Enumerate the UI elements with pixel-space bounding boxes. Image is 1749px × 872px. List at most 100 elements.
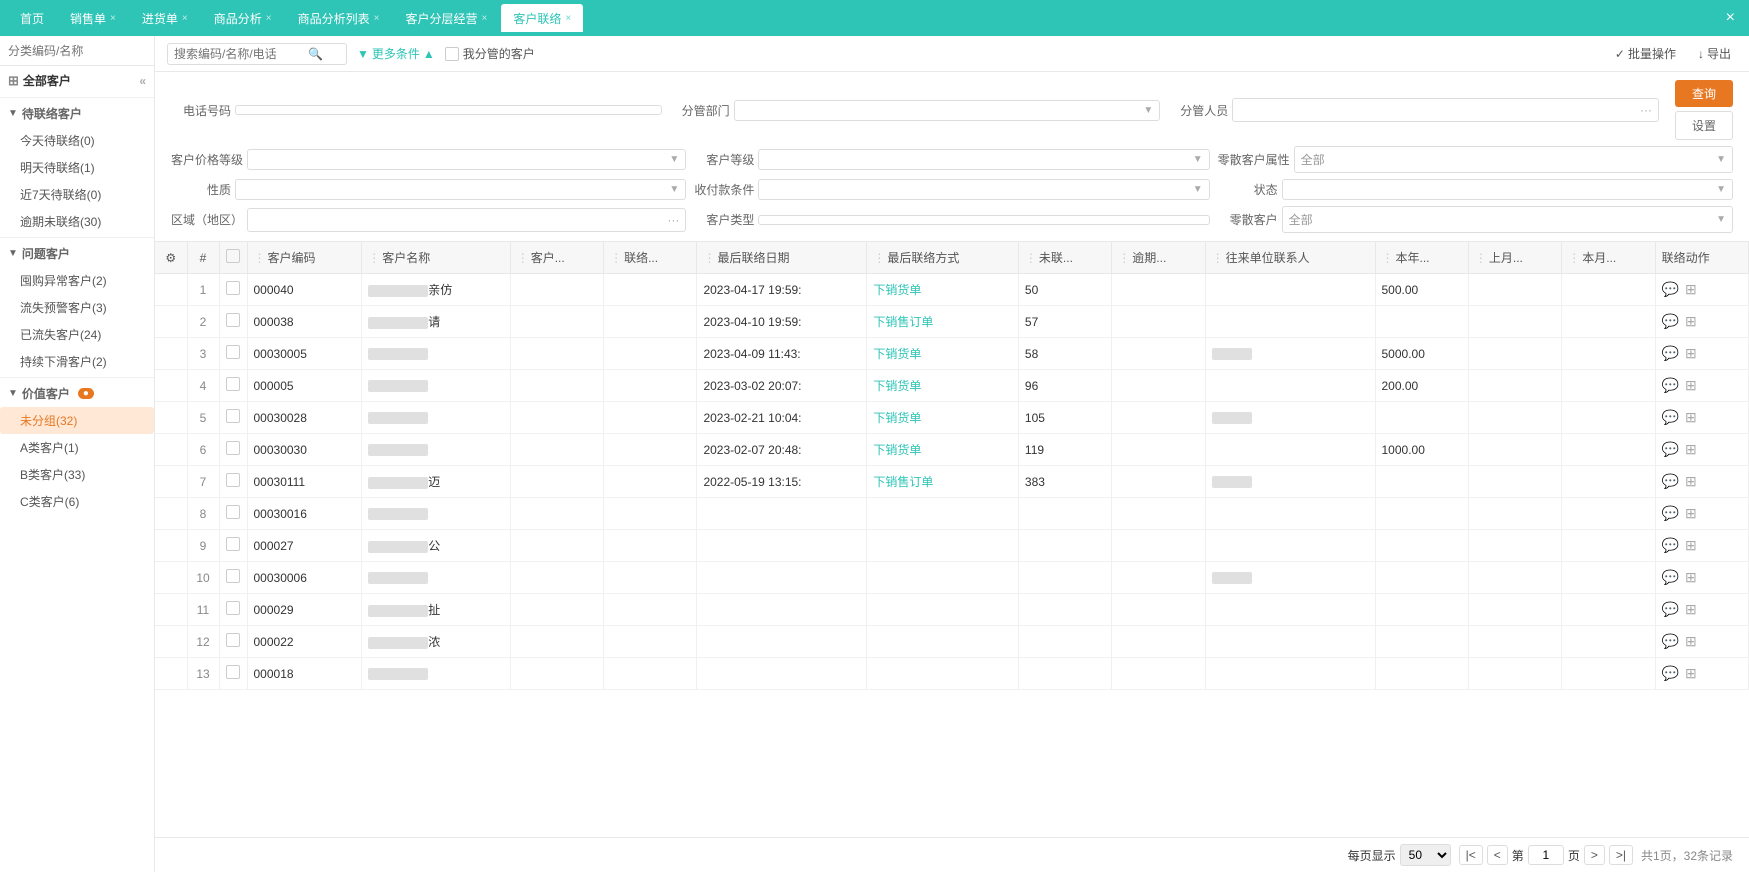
grid-action-icon[interactable]: ⊞ [1685, 409, 1697, 426]
grid-action-icon[interactable]: ⊞ [1685, 377, 1697, 394]
chat-icon[interactable]: 💬 [1662, 537, 1679, 554]
row-check[interactable] [219, 658, 247, 690]
row-check[interactable] [219, 498, 247, 530]
page-prev-btn[interactable]: < [1487, 845, 1508, 865]
col-this-month[interactable]: ⋮本月... [1562, 242, 1655, 274]
row-checkbox[interactable] [226, 505, 240, 519]
sidebar-item-declining[interactable]: 持续下滑客户(2) [0, 348, 154, 375]
sidebar-item-abnormal[interactable]: 囤购异常客户(2) [0, 267, 154, 294]
contact-method-link[interactable]: 下销货单 [873, 283, 921, 297]
row-check[interactable] [219, 530, 247, 562]
sidebar-item-overdue[interactable]: 逾期未联络(30) [0, 208, 154, 235]
filter-dept-select[interactable]: ▼ [734, 100, 1161, 121]
col-last-date[interactable]: ⋮最后联络日期 [697, 242, 867, 274]
tab-home[interactable]: 首页 [8, 4, 56, 32]
col-check[interactable] [219, 242, 247, 274]
col-type[interactable]: ⋮客户... [510, 242, 603, 274]
col-uncontact[interactable]: ⋮未联... [1018, 242, 1111, 274]
sidebar-item-7days[interactable]: 近7天待联络(0) [0, 181, 154, 208]
window-close-btn[interactable]: × [1720, 9, 1741, 27]
chat-icon[interactable]: 💬 [1662, 441, 1679, 458]
col-name[interactable]: ⋮客户名称 [362, 242, 510, 274]
row-checkbox[interactable] [226, 377, 240, 391]
row-checkbox[interactable] [226, 665, 240, 679]
chat-icon[interactable]: 💬 [1662, 633, 1679, 650]
row-check[interactable] [219, 594, 247, 626]
filter-phone-input[interactable] [235, 105, 662, 115]
close-customer-contact-tab[interactable]: × [565, 13, 571, 24]
filter-status-select[interactable]: ▼ [1282, 179, 1733, 200]
row-checkbox[interactable] [226, 441, 240, 455]
page-first-btn[interactable]: |< [1459, 845, 1483, 865]
row-check[interactable] [219, 466, 247, 498]
grid-action-icon[interactable]: ⊞ [1685, 569, 1697, 586]
chat-icon[interactable]: 💬 [1662, 377, 1679, 394]
export-btn[interactable]: ↓ 导出 [1692, 42, 1737, 65]
filter-person-input[interactable]: ··· [1232, 98, 1659, 122]
chat-icon[interactable]: 💬 [1662, 409, 1679, 426]
chat-icon[interactable]: 💬 [1662, 505, 1679, 522]
grid-action-icon[interactable]: ⊞ [1685, 505, 1697, 522]
grid-action-icon[interactable]: ⊞ [1685, 633, 1697, 650]
close-product-analysis-tab[interactable]: × [266, 13, 272, 24]
page-next-btn[interactable]: > [1584, 845, 1605, 865]
filter-payment-select[interactable]: ▼ [758, 179, 1209, 200]
contact-method-link[interactable]: 下销售订单 [873, 475, 933, 489]
tab-sales[interactable]: 销售单 × [58, 4, 128, 32]
chat-icon[interactable]: 💬 [1662, 281, 1679, 298]
col-code[interactable]: ⋮客户编码 [247, 242, 362, 274]
col-gear[interactable]: ⚙ [155, 242, 187, 274]
grid-action-icon[interactable]: ⊞ [1685, 281, 1697, 298]
tab-customer-layer[interactable]: 客户分层经营 × [393, 4, 499, 32]
batch-op-btn[interactable]: ✓ 批量操作 [1609, 42, 1682, 65]
sidebar-item-b[interactable]: B类客户(33) [0, 461, 154, 488]
search-input[interactable] [174, 47, 304, 61]
grid-action-icon[interactable]: ⊞ [1685, 313, 1697, 330]
col-company-contact[interactable]: ⋮往来单位联系人 [1205, 242, 1375, 274]
per-page-select[interactable]: 50 100 200 [1400, 844, 1451, 866]
sidebar-item-a[interactable]: A类客户(1) [0, 434, 154, 461]
row-checkbox[interactable] [226, 345, 240, 359]
my-customers-checkbox[interactable]: 我分管的客户 [445, 45, 535, 62]
grid-action-icon[interactable]: ⊞ [1685, 345, 1697, 362]
row-check[interactable] [219, 370, 247, 402]
filter-region-input[interactable]: ··· [247, 208, 686, 232]
row-check[interactable] [219, 434, 247, 466]
sidebar-item-tomorrow[interactable]: 明天待联络(1) [0, 154, 154, 181]
contact-method-link[interactable]: 下销货单 [873, 347, 921, 361]
sidebar-search-input[interactable] [8, 44, 155, 58]
filter-customer-grade-select[interactable]: ▼ [758, 149, 1209, 170]
all-customers-row[interactable]: ⊞ 全部客户 « [0, 66, 154, 95]
contact-method-link[interactable]: 下销货单 [873, 379, 921, 393]
row-checkbox[interactable] [226, 409, 240, 423]
row-checkbox[interactable] [226, 569, 240, 583]
tab-product-analysis[interactable]: 商品分析 × [202, 4, 284, 32]
filter-retail-attr-select[interactable]: 全部 ▼ [1294, 146, 1733, 173]
chat-icon[interactable]: 💬 [1662, 313, 1679, 330]
row-checkbox[interactable] [226, 601, 240, 615]
filter-retail-select[interactable]: 全部 ▼ [1282, 206, 1733, 233]
filter-ctype-input[interactable] [758, 215, 1209, 225]
header-checkbox[interactable] [226, 249, 240, 263]
close-customer-layer-tab[interactable]: × [481, 13, 487, 24]
sidebar-item-lost[interactable]: 已流失客户(24) [0, 321, 154, 348]
sidebar-group-problem[interactable]: ▼ 问题客户 [0, 240, 154, 267]
chat-icon[interactable]: 💬 [1662, 601, 1679, 618]
query-btn[interactable]: 查询 [1675, 80, 1733, 107]
col-contact[interactable]: ⋮联络... [604, 242, 697, 274]
sidebar-item-ungroup[interactable]: 未分组(32) [0, 407, 154, 434]
more-conditions-btn[interactable]: ▼ 更多条件 ▲ [357, 45, 435, 62]
chat-icon[interactable]: 💬 [1662, 345, 1679, 362]
sidebar-item-churn-warning[interactable]: 流失预警客户(3) [0, 294, 154, 321]
close-product-list-tab[interactable]: × [374, 13, 380, 24]
close-sales-tab[interactable]: × [110, 13, 116, 24]
chat-icon[interactable]: 💬 [1662, 473, 1679, 490]
grid-action-icon[interactable]: ⊞ [1685, 601, 1697, 618]
my-customers-check[interactable] [445, 47, 459, 61]
sidebar-item-c[interactable]: C类客户(6) [0, 488, 154, 515]
row-check[interactable] [219, 626, 247, 658]
reset-btn[interactable]: 设置 [1675, 111, 1733, 140]
grid-action-icon[interactable]: ⊞ [1685, 473, 1697, 490]
row-checkbox[interactable] [226, 473, 240, 487]
chat-icon[interactable]: 💬 [1662, 665, 1679, 682]
